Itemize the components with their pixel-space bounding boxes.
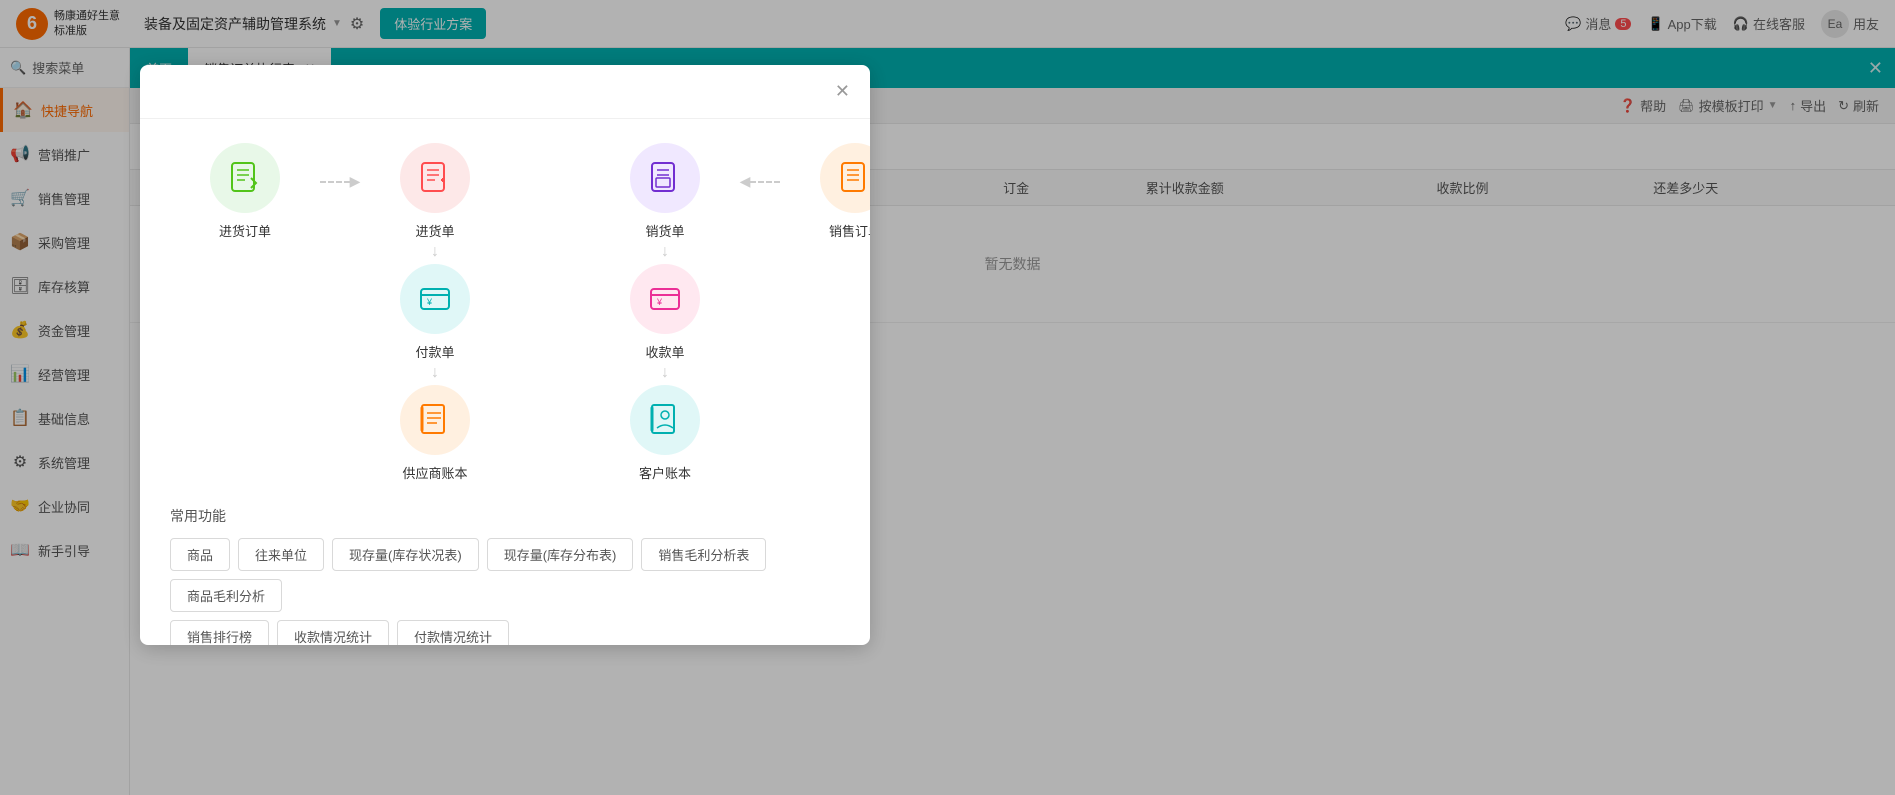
- receipt-label: 收款单: [645, 342, 684, 361]
- v-arrow-sales: ↓: [661, 243, 669, 261]
- flow-receipt[interactable]: ¥ 收款单: [630, 264, 700, 361]
- sales-order-label: 销售订单: [829, 221, 870, 240]
- flow-customer-ledger[interactable]: 客户账本: [630, 385, 700, 482]
- v-arrow-payment: ↓: [431, 364, 439, 382]
- popup-close-btn[interactable]: ✕: [835, 81, 850, 102]
- cf-btn-payment-stats[interactable]: 付款情况统计: [397, 620, 509, 645]
- sales-order-icon: [820, 143, 870, 213]
- arrow-purchase-to-bill: ▶: [320, 173, 361, 190]
- common-functions: 常用功能 商品 往来单位 现存量(库存状况表) 现存量(库存分布表) 销售毛利分…: [170, 506, 840, 645]
- cf-buttons-row2: 销售排行榜 收款情况统计 付款情况统计: [170, 620, 840, 645]
- payment-label: 付款单: [415, 342, 454, 361]
- payment-icon: ¥: [400, 264, 470, 334]
- arrow-order-to-bill: ◀: [740, 173, 781, 190]
- flow-sales-bill[interactable]: 销货单: [630, 143, 700, 240]
- cf-btn-sales-rank[interactable]: 销售排行榜: [170, 620, 269, 645]
- flow-payment[interactable]: ¥ 付款单: [400, 264, 470, 361]
- receipt-icon: ¥: [630, 264, 700, 334]
- flow-purchase-bill[interactable]: 进货单: [400, 143, 470, 240]
- svg-text:¥: ¥: [656, 297, 663, 307]
- flow-sales-order[interactable]: 销售订单: [820, 143, 870, 240]
- flow-supplier-ledger[interactable]: 供应商账本: [400, 385, 470, 482]
- cf-btn-goods[interactable]: 商品: [170, 538, 230, 571]
- cf-btn-receipt-stats[interactable]: 收款情况统计: [277, 620, 389, 645]
- cf-title: 常用功能: [170, 506, 840, 526]
- flow-chart: 进货订单 ▶ 进货单: [170, 143, 840, 482]
- popup-header: ✕: [140, 65, 870, 119]
- popup-overlay[interactable]: ✕ 进货订单 ▶: [0, 0, 1895, 795]
- sales-bill-icon: [630, 143, 700, 213]
- cf-btn-sales-profit[interactable]: 销售毛利分析表: [641, 538, 766, 571]
- cf-btn-goods-profit[interactable]: 商品毛利分析: [170, 579, 282, 612]
- v-arrow-purchase: ↓: [431, 243, 439, 261]
- purchase-order-icon: [210, 143, 280, 213]
- svg-text:¥: ¥: [426, 297, 433, 307]
- cf-btn-stock-dist[interactable]: 现存量(库存分布表): [487, 538, 634, 571]
- purchase-bill-label: 进货单: [415, 221, 454, 240]
- popup: ✕ 进货订单 ▶: [140, 65, 870, 645]
- cf-btn-stock-status[interactable]: 现存量(库存状况表): [332, 538, 479, 571]
- sales-bill-label: 销货单: [645, 221, 684, 240]
- v-arrow-receipt: ↓: [661, 364, 669, 382]
- purchase-order-label: 进货订单: [219, 221, 271, 240]
- flow-purchase-order[interactable]: 进货订单: [210, 143, 280, 240]
- supplier-ledger-label: 供应商账本: [402, 463, 467, 482]
- customer-ledger-icon: [630, 385, 700, 455]
- cf-btn-partners[interactable]: 往来单位: [238, 538, 324, 571]
- purchase-bill-icon: [400, 143, 470, 213]
- popup-content: 进货订单 ▶ 进货单: [140, 119, 870, 645]
- customer-ledger-label: 客户账本: [639, 463, 691, 482]
- cf-buttons: 商品 往来单位 现存量(库存状况表) 现存量(库存分布表) 销售毛利分析表 商品…: [170, 538, 840, 612]
- supplier-ledger-icon: [400, 385, 470, 455]
